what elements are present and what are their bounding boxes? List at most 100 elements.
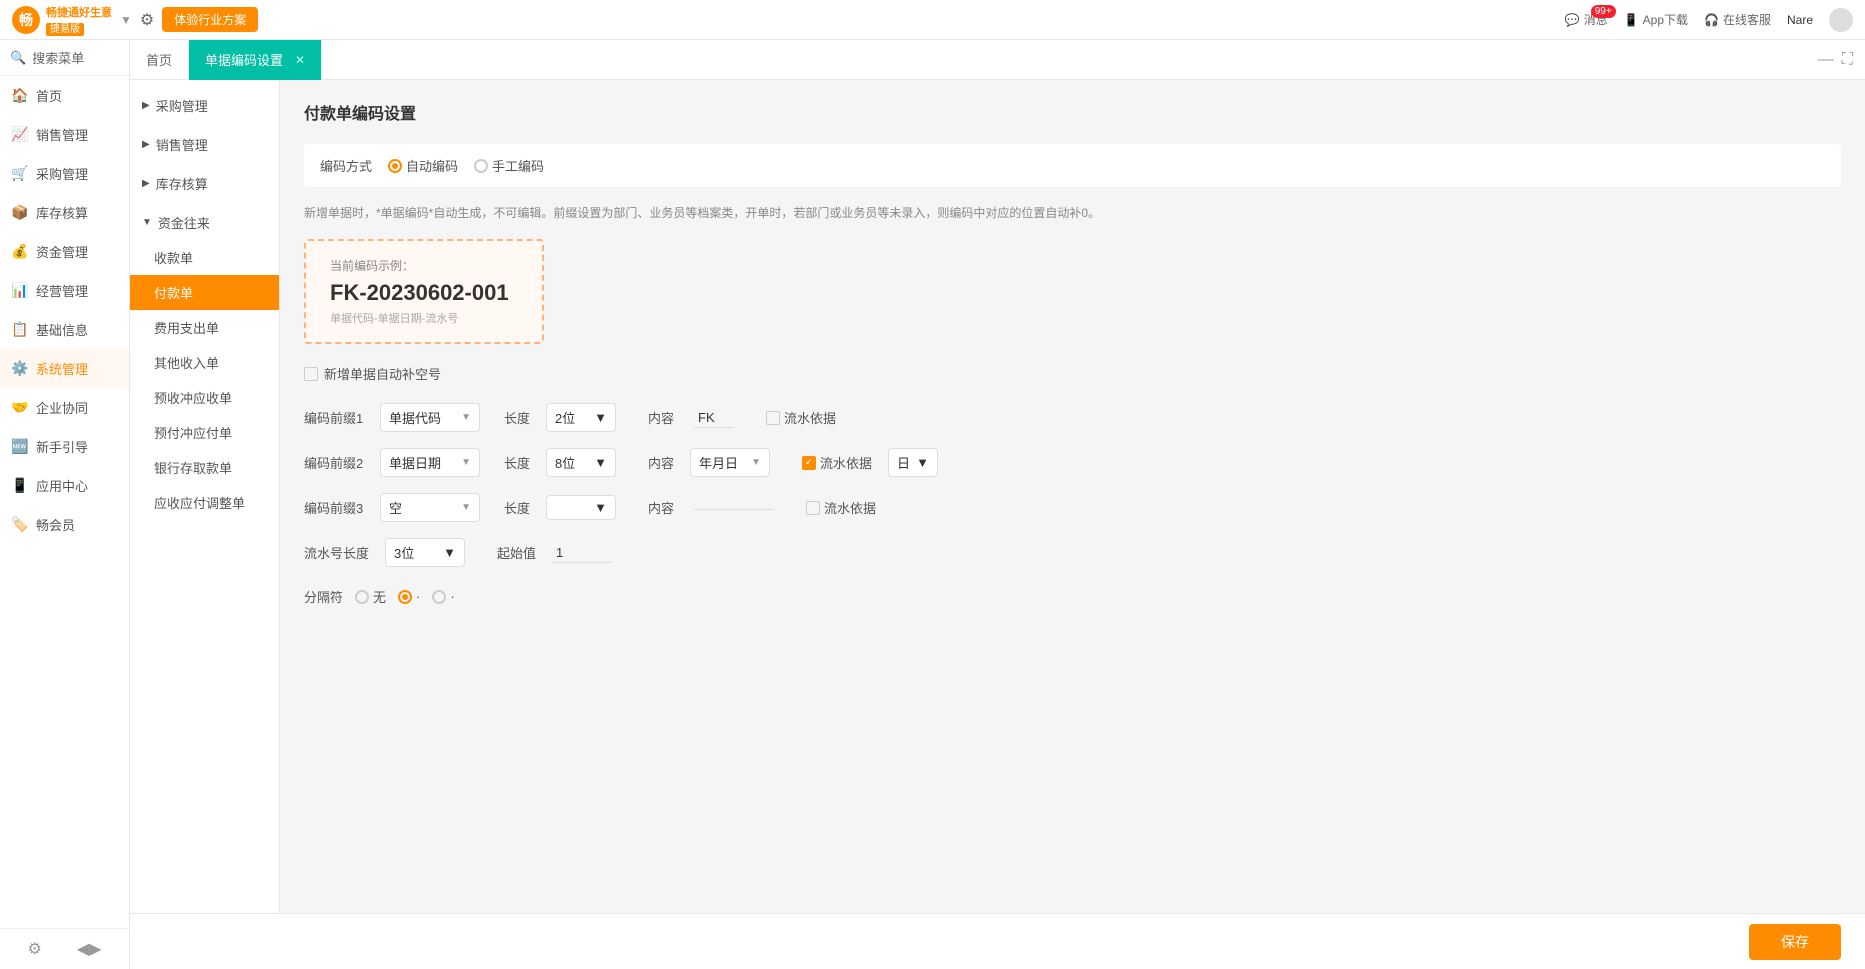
app-download-button[interactable]: 📱 App下载 <box>1624 11 1688 28</box>
main-form: 付款单编码设置 编码方式 自动编码 手工编码 <box>280 80 1865 913</box>
top-bar-left: 畅 畅捷通好生意 捷易版 ▼ ⚙ 体验行业方案 <box>12 4 258 35</box>
content1-value: FK <box>694 408 734 428</box>
message-badge: 99+ <box>1591 5 1616 18</box>
serial-row: 流水号长度 3位 ▼ 起始值 <box>304 538 1841 567</box>
sub-menu-group-sales: ▶ 销售管理 <box>130 127 279 162</box>
top-bar: 畅 畅捷通好生意 捷易版 ▼ ⚙ 体验行业方案 💬 消息 99+ 📱 App下载… <box>0 0 1865 40</box>
sidebar-collapse-icon[interactable]: ◀▶ <box>77 939 102 959</box>
sub-menu-item-prepay-receivable[interactable]: 预收冲应收单 <box>130 380 279 415</box>
manual-code-radio-circle[interactable] <box>474 159 488 173</box>
sub-menu-item-other-income[interactable]: 其他收入单 <box>130 345 279 380</box>
serial-len-select[interactable]: 3位 ▼ <box>385 538 465 567</box>
sep-none-radio[interactable]: 无 <box>355 587 386 606</box>
sub-menu-header-inventory[interactable]: ▶ 库存核算 <box>130 166 279 201</box>
sep-label: 分隔符 <box>304 587 343 606</box>
sub-menu-item-payment[interactable]: 付款单 <box>130 275 279 310</box>
tab-maximize-icon[interactable]: ⛶ <box>1842 51 1853 69</box>
sidebar-item-sales[interactable]: 📈 销售管理 <box>0 115 129 154</box>
length1-select[interactable]: 2位 ▼ <box>546 403 616 432</box>
logo-icon: 畅 <box>12 6 40 34</box>
tab-home[interactable]: 首页 <box>130 40 189 80</box>
sales-icon: 📈 <box>12 127 28 143</box>
start-value-input[interactable] <box>552 543 612 563</box>
content2-select[interactable]: 年月日 ▼ <box>690 448 770 477</box>
chevron-down-icon: ▼ <box>461 502 471 513</box>
sidebar-item-cooperation[interactable]: 🤝 企业协同 <box>0 388 129 427</box>
content-area: 首页 单据编码设置 ✕ — ⛶ ▶ 采购管理 <box>130 40 1865 969</box>
serial3-checkbox[interactable] <box>806 501 820 515</box>
auto-fill-checkbox[interactable] <box>304 367 318 381</box>
prefix2-select[interactable]: 单据日期 ▼ <box>380 448 480 477</box>
prefix3-select[interactable]: 空 ▼ <box>380 493 480 522</box>
sub-menu-group-finance: ▼ 资金往来 收款单 付款单 费用支出单 其他收入单 预收冲应收单 预付冲应付单… <box>130 205 279 520</box>
tab-close-icon[interactable]: ✕ <box>295 53 305 67</box>
tab-bar: 首页 单据编码设置 ✕ — ⛶ <box>130 40 1865 80</box>
sidebar-item-purchase[interactable]: 🛒 采购管理 <box>0 154 129 193</box>
search-icon: 🔍 <box>10 50 26 66</box>
sidebar-search[interactable]: 🔍 搜索菜单 <box>0 40 129 76</box>
sidebar-item-basic[interactable]: 📋 基础信息 <box>0 310 129 349</box>
inventory-icon: 📦 <box>12 205 28 221</box>
chevron-down-icon: ▼ <box>916 455 929 470</box>
sidebar-settings-icon[interactable]: ⚙ <box>28 939 42 959</box>
sep-dot-radio-circle[interactable] <box>398 590 412 604</box>
content3-label: 内容 <box>648 498 674 517</box>
content1-label: 内容 <box>648 408 674 427</box>
serial1-checkbox[interactable] <box>766 411 780 425</box>
sidebar-item-app[interactable]: 📱 应用中心 <box>0 466 129 505</box>
online-service-button[interactable]: 🎧 在线客服 <box>1704 11 1771 28</box>
encoding-method-row: 编码方式 自动编码 手工编码 <box>304 144 1841 188</box>
sub-menu-header-finance[interactable]: ▼ 资金往来 <box>130 205 279 240</box>
prefix1-label: 编码前缀1 <box>304 408 364 427</box>
chevron-down-icon: ▼ <box>751 457 761 468</box>
sub-menu-group-purchase: ▶ 采购管理 <box>130 88 279 123</box>
code-preview-desc: 单据代码-单据日期-流水号 <box>330 310 518 326</box>
length3-select[interactable]: ▼ <box>546 495 616 520</box>
sub-menu-item-receipt[interactable]: 收款单 <box>130 240 279 275</box>
user-avatar[interactable] <box>1829 8 1853 32</box>
sep-dash-radio-circle[interactable] <box>432 590 446 604</box>
message-button[interactable]: 💬 消息 99+ <box>1565 11 1608 28</box>
tab-minimize-icon[interactable]: — <box>1818 51 1834 69</box>
chevron-right-icon: ▶ <box>142 139 150 150</box>
serial2-checkbox[interactable] <box>802 456 816 470</box>
sidebar-item-inventory[interactable]: 📦 库存核算 <box>0 193 129 232</box>
serial1-inline: 流水依据 <box>766 408 836 427</box>
sep-none-radio-circle[interactable] <box>355 590 369 604</box>
sidebar-item-operation[interactable]: 📊 经营管理 <box>0 271 129 310</box>
tab-serial[interactable]: 单据编码设置 ✕ <box>189 40 322 80</box>
encoding-radio-group: 自动编码 手工编码 <box>388 156 544 175</box>
prefix1-select[interactable]: 单据代码 ▼ <box>380 403 480 432</box>
auto-code-radio[interactable]: 自动编码 <box>388 156 458 175</box>
code-preview-label: 当前编码示例： <box>330 257 518 274</box>
sub-menu-item-prepay-payable[interactable]: 预付冲应付单 <box>130 415 279 450</box>
sidebar-item-guide[interactable]: 🆕 新手引导 <box>0 427 129 466</box>
sidebar-item-home[interactable]: 🏠 首页 <box>0 76 129 115</box>
sidebar-item-finance[interactable]: 💰 资金管理 <box>0 232 129 271</box>
manual-code-radio[interactable]: 手工编码 <box>474 156 544 175</box>
sub-menu-header-purchase[interactable]: ▶ 采购管理 <box>130 88 279 123</box>
username[interactable]: Nare <box>1787 13 1813 27</box>
chevron-down-icon: ▼ <box>594 455 607 470</box>
sep-dot-radio[interactable]: · <box>398 589 420 604</box>
app-icon: 📱 <box>12 478 28 494</box>
breadcrumb-dropdown[interactable]: ▼ <box>120 13 132 27</box>
length2-select[interactable]: 8位 ▼ <box>546 448 616 477</box>
settings-icon[interactable]: ⚙ <box>140 10 154 30</box>
prefix1-row: 编码前缀1 单据代码 ▼ 长度 2位 ▼ 内容 FK 流水依据 <box>304 403 1841 432</box>
sub-menu-header-sales[interactable]: ▶ 销售管理 <box>130 127 279 162</box>
sidebar-item-member[interactable]: 🏷️ 畅会员 <box>0 505 129 544</box>
sub-menu-item-adjust[interactable]: 应收应付调整单 <box>130 485 279 520</box>
logo-tag: 捷易版 <box>46 23 84 36</box>
sidebar-item-system[interactable]: ⚙️ 系统管理 <box>0 349 129 388</box>
sub-menu-item-expense[interactable]: 费用支出单 <box>130 310 279 345</box>
chevron-right-icon: ▶ <box>142 178 150 189</box>
save-button[interactable]: 保存 <box>1749 924 1841 960</box>
sep-dash-radio[interactable]: · <box>432 589 454 604</box>
day-select[interactable]: 日 ▼ <box>888 448 938 477</box>
sub-menu-item-bank[interactable]: 银行存取款单 <box>130 450 279 485</box>
content2-label: 内容 <box>648 453 674 472</box>
serial3-inline: 流水依据 <box>806 498 876 517</box>
trial-button[interactable]: 体验行业方案 <box>162 7 258 32</box>
auto-code-radio-circle[interactable] <box>388 159 402 173</box>
